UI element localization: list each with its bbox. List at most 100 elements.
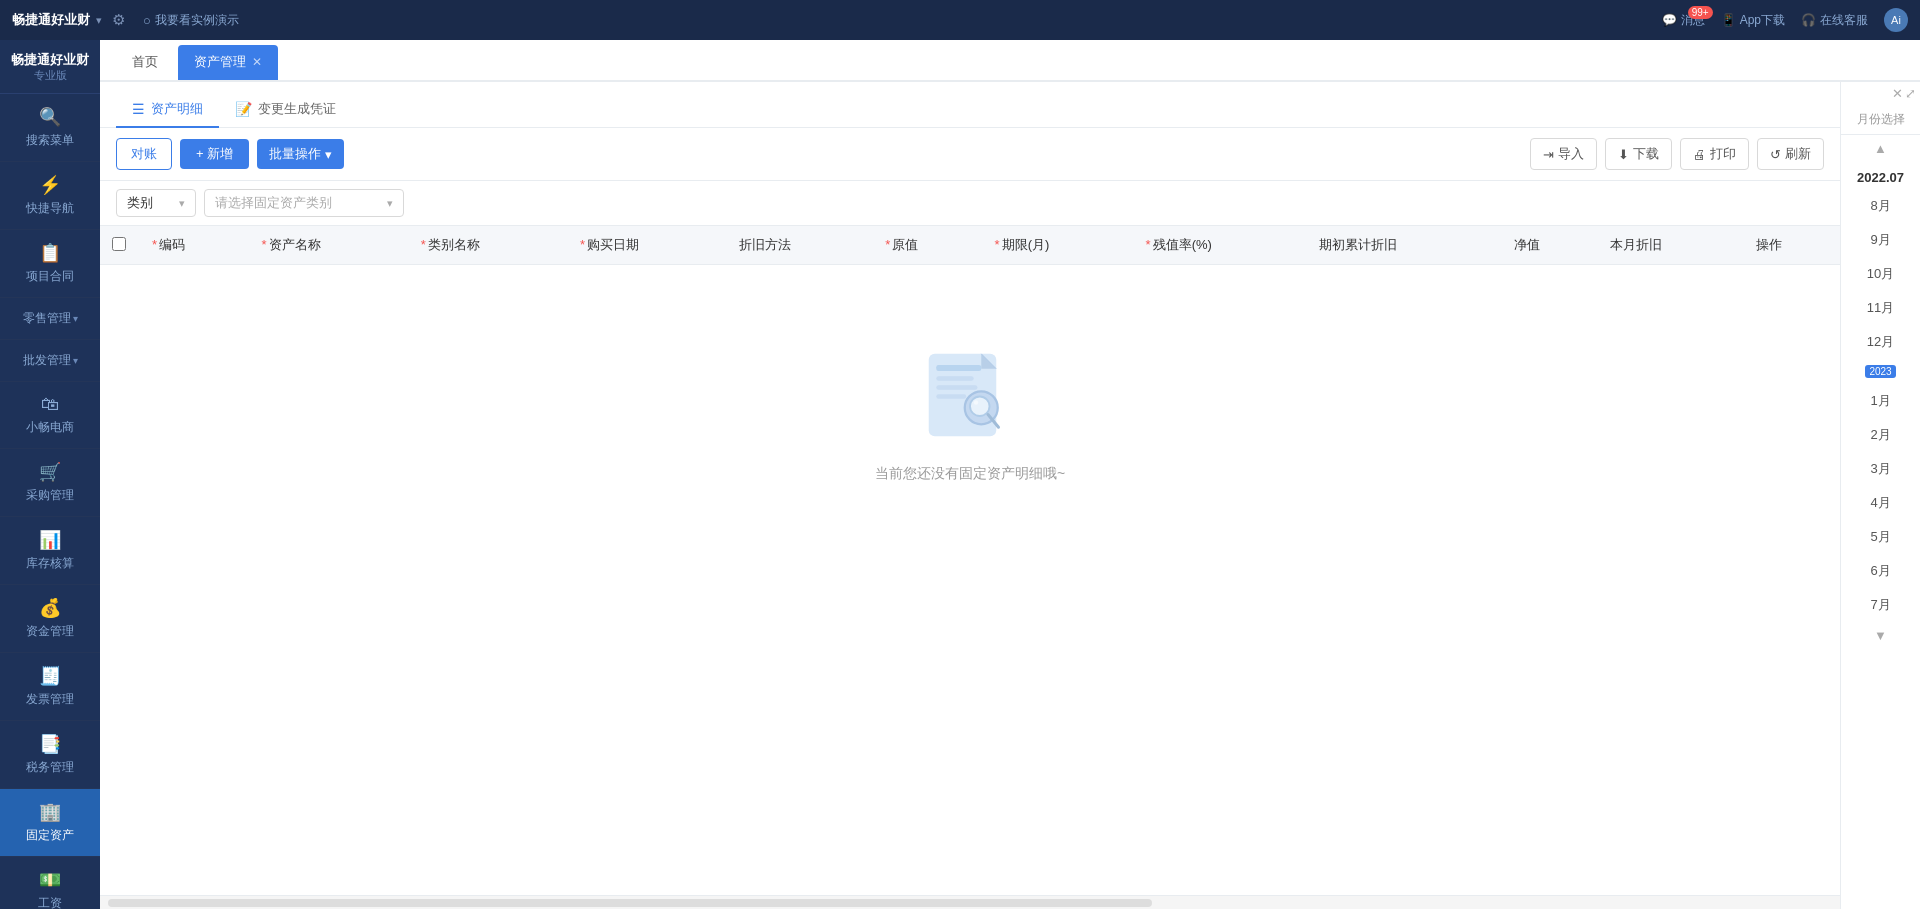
category-value-select[interactable]: 请选择固定资产类别 ▾	[204, 189, 404, 217]
category-type-select[interactable]: 类别 ▾	[116, 189, 196, 217]
sidebar-item-label: 税务管理	[26, 759, 74, 776]
chevron-icon: ▾	[73, 313, 78, 324]
contract-icon: 📋	[39, 242, 61, 264]
sidebar-item-label: 项目合同	[26, 268, 74, 285]
sidebar-item-purchase[interactable]: 🛒 采购管理	[0, 449, 100, 517]
settings-icon[interactable]: ⚙	[112, 11, 125, 29]
sidebar-item-wholesale[interactable]: 批发管理 ▾	[0, 340, 100, 382]
sidebar-item-label: 小畅电商	[26, 419, 74, 436]
message-badge: 99+	[1688, 6, 1713, 19]
user-avatar[interactable]: Ai	[1884, 8, 1908, 32]
sidebar-item-tax[interactable]: 📑 税务管理	[0, 721, 100, 789]
chevron-down-icon[interactable]: ▾	[96, 14, 102, 27]
th-checkbox	[100, 226, 140, 265]
refresh-button[interactable]: ↺ 刷新	[1757, 138, 1824, 170]
download-button[interactable]: ⬇ 下载	[1605, 138, 1672, 170]
sidebar: 畅捷通好业财 专业版 🔍 搜索菜单 ⚡ 快捷导航 📋 项目合同 零售管理 ▾ 批…	[0, 40, 100, 909]
sub-tab-asset-detail[interactable]: ☰ 资产明细	[116, 92, 219, 128]
sidebar-item-quick-nav[interactable]: ⚡ 快捷导航	[0, 162, 100, 230]
print-button[interactable]: 🖨 打印	[1680, 138, 1749, 170]
month-item-aug[interactable]: 8月	[1841, 189, 1920, 223]
month-item-jun[interactable]: 6月	[1841, 554, 1920, 588]
list-icon: ☰	[132, 101, 145, 117]
tab-home[interactable]: 首页	[116, 45, 174, 80]
company-info: 畅捷通好业财 ▾	[12, 11, 102, 29]
year-2023-badge-container: 2023	[1865, 359, 1895, 384]
svg-rect-1	[936, 365, 981, 371]
finance-icon: 💰	[39, 597, 61, 619]
top-bar: 畅捷通好业财 ▾ ⚙ ○ 我要看实例演示 💬 消息 99+ 📱 App下载 🎧 …	[0, 0, 1920, 40]
month-item-oct[interactable]: 10月	[1841, 257, 1920, 291]
month-item-sep[interactable]: 9月	[1841, 223, 1920, 257]
reconcile-button[interactable]: 对账	[116, 138, 172, 170]
month-panel-up-arrow[interactable]: ▲	[1868, 135, 1893, 162]
lightning-icon: ⚡	[39, 174, 61, 196]
sidebar-item-payroll[interactable]: 💵 工资	[0, 857, 100, 909]
tab-label: 资产管理	[194, 53, 246, 71]
payroll-icon: 💵	[39, 869, 61, 891]
scroll-thumb[interactable]	[108, 899, 1152, 907]
month-item-feb[interactable]: 2月	[1841, 418, 1920, 452]
select-all-checkbox[interactable]	[112, 237, 126, 251]
th-depreciation-method: 折旧方法	[727, 226, 873, 265]
toolbar: 对账 + 新增 批量操作 ▾ ⇥ 导入 ⬇ 下载	[100, 128, 1840, 181]
th-purchase-date: *购买日期	[568, 226, 727, 265]
empty-text: 当前您还没有固定资产明细哦~	[875, 465, 1065, 483]
sidebar-item-invoice[interactable]: 🧾 发票管理	[0, 653, 100, 721]
sidebar-app-name: 畅捷通好业财	[8, 52, 92, 68]
empty-state: 当前您还没有固定资产明细哦~	[100, 265, 1840, 563]
sidebar-item-inventory[interactable]: 📊 库存核算	[0, 517, 100, 585]
svg-rect-4	[936, 394, 966, 399]
sidebar-item-label: 库存核算	[26, 555, 74, 572]
headset-icon: 🎧	[1801, 13, 1816, 27]
demo-link[interactable]: ○ 我要看实例演示	[143, 12, 239, 29]
chevron-icon: ▾	[73, 355, 78, 366]
chevron-down-icon: ▾	[325, 147, 332, 162]
category-label: 类别	[127, 194, 153, 212]
sidebar-item-label: 发票管理	[26, 691, 74, 708]
download-icon: ⬇	[1618, 147, 1629, 162]
sidebar-item-ecommerce[interactable]: 🛍 小畅电商	[0, 382, 100, 449]
month-item-may[interactable]: 5月	[1841, 520, 1920, 554]
tab-close-icon[interactable]: ✕	[252, 55, 262, 69]
month-item-dec[interactable]: 12月	[1841, 325, 1920, 359]
sidebar-item-label: 搜索菜单	[26, 132, 74, 149]
collapse-panel-button[interactable]: ✕	[1892, 86, 1903, 101]
month-panel-down-arrow[interactable]: ▼	[1868, 622, 1893, 649]
bottom-scrollbar[interactable]	[100, 895, 1840, 909]
month-item-nov[interactable]: 11月	[1841, 291, 1920, 325]
month-item-jan[interactable]: 1月	[1841, 384, 1920, 418]
message-icon: 💬	[1662, 13, 1677, 27]
tab-asset-mgmt[interactable]: 资产管理 ✕	[178, 45, 278, 80]
table-header: *编码 *资产名称 *类别名称 *购买日期 折旧方法 *原值 *期限(月) *残…	[100, 226, 1840, 265]
mobile-icon: 📱	[1721, 13, 1736, 27]
inventory-icon: 📊	[39, 529, 61, 551]
main-content: ☰ 资产明细 📝 变更生成凭证 对账 + 新增 批量操作 ▾	[100, 82, 1840, 909]
asset-table-wrap: *编码 *资产名称 *类别名称 *购买日期 折旧方法 *原值 *期限(月) *残…	[100, 226, 1840, 895]
month-item-apr[interactable]: 4月	[1841, 486, 1920, 520]
month-item-mar[interactable]: 3月	[1841, 452, 1920, 486]
app-download-button[interactable]: 📱 App下载	[1721, 12, 1785, 29]
content-area: 首页 资产管理 ✕ ☰ 资产明细 📝 变更生成凭证	[100, 40, 1920, 909]
filter-row: 类别 ▾ 请选择固定资产类别 ▾	[100, 181, 1840, 226]
online-service-button[interactable]: 🎧 在线客服	[1801, 12, 1868, 29]
sidebar-item-finance[interactable]: 💰 资金管理	[0, 585, 100, 653]
import-button[interactable]: ⇥ 导入	[1530, 138, 1597, 170]
month-item-jul[interactable]: 7月	[1841, 588, 1920, 622]
search-icon: 🔍	[39, 106, 61, 128]
tab-label: 首页	[132, 53, 158, 71]
expand-panel-button[interactable]: ⤢	[1905, 86, 1916, 101]
app-name: 畅捷通好业财	[12, 11, 90, 29]
add-button[interactable]: + 新增	[180, 139, 249, 169]
sidebar-item-project[interactable]: 📋 项目合同	[0, 230, 100, 298]
sidebar-item-retail[interactable]: 零售管理 ▾	[0, 298, 100, 340]
empty-row: 当前您还没有固定资产明细哦~	[100, 265, 1840, 564]
message-button[interactable]: 💬 消息 99+	[1662, 12, 1705, 29]
top-bar-right: 💬 消息 99+ 📱 App下载 🎧 在线客服 Ai	[1662, 8, 1908, 32]
sub-tab-label: 资产明细	[151, 100, 203, 118]
sidebar-item-search[interactable]: 🔍 搜索菜单	[0, 94, 100, 162]
sidebar-item-fixed-assets[interactable]: 🏢 固定资产	[0, 789, 100, 857]
sub-tab-change-voucher[interactable]: 📝 变更生成凭证	[219, 92, 352, 128]
toolbar-right: ⇥ 导入 ⬇ 下载 🖨 打印 ↺ 刷新	[1530, 138, 1824, 170]
batch-button[interactable]: 批量操作 ▾	[257, 139, 344, 169]
